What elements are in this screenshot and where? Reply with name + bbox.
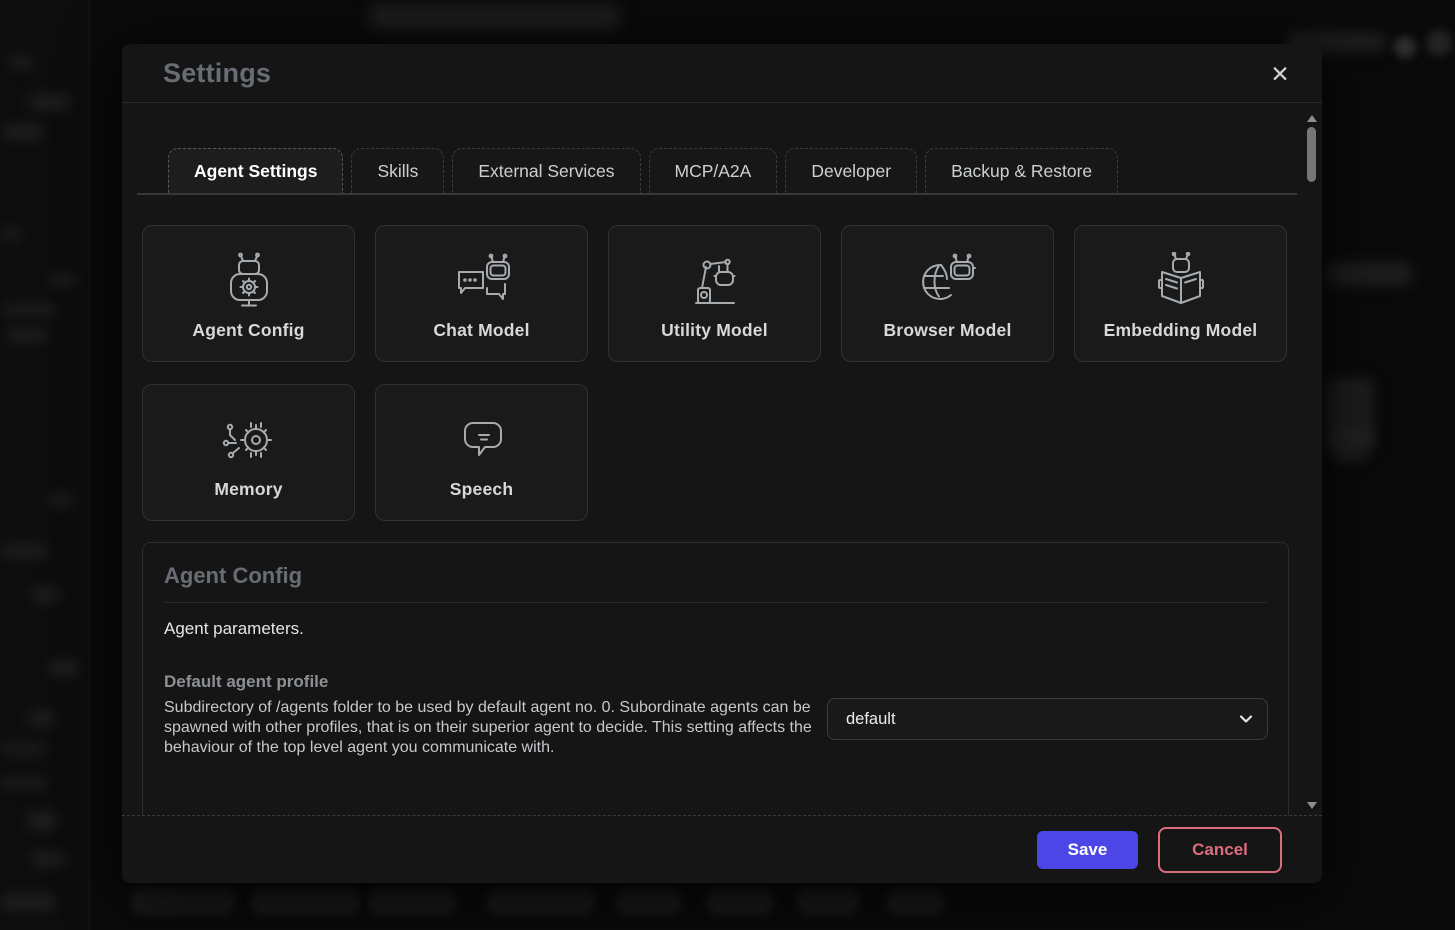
card-agent-config[interactable]: Agent Config — [142, 225, 355, 362]
tab-backup-restore[interactable]: Backup & Restore — [925, 148, 1118, 193]
modal-footer: Save Cancel — [122, 815, 1322, 883]
dimmed-bottom-button — [616, 888, 682, 915]
tab-mcp-a2a[interactable]: MCP/A2A — [649, 148, 778, 193]
card-label: Agent Config — [192, 320, 304, 341]
card-speech[interactable]: Speech — [375, 384, 588, 521]
dimmed-right-element — [1332, 428, 1372, 446]
dimmed-sidebar-element — [48, 660, 80, 676]
dimmed-header-text — [368, 4, 620, 30]
speech-icon — [449, 411, 515, 469]
dimmed-topbar-icon — [1394, 36, 1416, 58]
memory-icon — [216, 411, 282, 469]
dimmed-sidebar-element — [0, 744, 46, 754]
dimmed-sidebar-element — [26, 812, 58, 830]
card-label: Memory — [214, 479, 282, 500]
dimmed-right-element — [1334, 450, 1366, 462]
embedding-model-icon — [1148, 252, 1214, 310]
settings-nav-cards: Agent Config Chat Model — [142, 225, 1287, 521]
tab-skills[interactable]: Skills — [351, 148, 444, 193]
save-button[interactable]: Save — [1037, 831, 1138, 869]
dimmed-sidebar-element — [0, 228, 22, 240]
close-icon[interactable]: ✕ — [1264, 58, 1296, 90]
section-divider — [164, 602, 1267, 603]
field-label: Default agent profile — [164, 672, 1267, 692]
profile-select-wrap: default — [827, 698, 1268, 740]
section-title: Agent Config — [164, 563, 1267, 589]
dimmed-right-element — [1325, 262, 1413, 286]
dimmed-bottom-button — [130, 888, 236, 915]
card-embedding-model[interactable]: Embedding Model — [1074, 225, 1287, 362]
dimmed-sidebar-element — [0, 778, 46, 788]
dimmed-sidebar-element — [0, 544, 48, 558]
dimmed-sidebar-element — [28, 94, 70, 110]
card-browser-model[interactable]: Browser Model — [841, 225, 1054, 362]
dimmed-sidebar-element — [0, 894, 56, 910]
dimmed-bottom-button — [486, 888, 596, 915]
section-agent-config: Agent Config Agent parameters. Default a… — [142, 542, 1289, 815]
default-agent-profile-select[interactable]: default — [827, 698, 1268, 740]
card-label: Chat Model — [433, 320, 529, 341]
modal-header: Settings ✕ — [122, 44, 1322, 103]
modal-content: Agent Settings Skills External Services … — [122, 103, 1322, 815]
card-chat-model[interactable]: Chat Model — [375, 225, 588, 362]
dimmed-sidebar-element — [28, 710, 56, 726]
dimmed-sidebar-element — [6, 328, 48, 342]
settings-modal: Settings ✕ Agent Settings Skills Externa… — [122, 44, 1322, 883]
dimmed-sidebar-element — [8, 56, 34, 68]
dimmed-sidebar-element — [48, 494, 74, 506]
field-description: Subdirectory of /agents folder to be use… — [164, 698, 812, 758]
utility-model-icon — [682, 252, 748, 310]
dimmed-topbar-icon — [1426, 30, 1452, 56]
modal-scrollbar — [1304, 103, 1320, 815]
dimmed-sidebar-element — [30, 588, 60, 602]
dimmed-sidebar-element — [2, 124, 44, 140]
agent-config-icon — [216, 252, 282, 310]
card-memory[interactable]: Memory — [142, 384, 355, 521]
tab-developer[interactable]: Developer — [785, 148, 917, 193]
card-utility-model[interactable]: Utility Model — [608, 225, 821, 362]
dimmed-sidebar-element — [50, 274, 76, 286]
tab-external-services[interactable]: External Services — [452, 148, 640, 193]
scrollbar-thumb[interactable] — [1307, 127, 1316, 182]
settings-tabs: Agent Settings Skills External Services … — [137, 148, 1297, 195]
dimmed-sidebar-element — [30, 852, 66, 866]
browser-model-icon — [915, 252, 981, 310]
section-subtitle: Agent parameters. — [164, 619, 1267, 639]
dimmed-bottom-button — [250, 888, 360, 915]
card-label: Browser Model — [883, 320, 1011, 341]
card-label: Utility Model — [661, 320, 768, 341]
dimmed-bottom-button — [706, 888, 774, 915]
dimmed-bottom-button — [886, 888, 944, 915]
scroll-up-arrow-icon[interactable] — [1307, 115, 1317, 122]
card-label: Speech — [450, 479, 513, 500]
card-label: Embedding Model — [1104, 320, 1258, 341]
cancel-button[interactable]: Cancel — [1158, 827, 1282, 873]
scroll-down-arrow-icon[interactable] — [1307, 802, 1317, 809]
dimmed-bottom-button — [368, 888, 456, 915]
modal-title: Settings — [163, 58, 271, 89]
tab-agent-settings[interactable]: Agent Settings — [168, 148, 343, 193]
dimmed-sidebar-element — [2, 304, 56, 316]
dimmed-bottom-button — [796, 888, 860, 915]
chat-model-icon — [449, 252, 515, 310]
field-default-agent-profile: Default agent profile Subdirectory of /a… — [164, 672, 1267, 758]
